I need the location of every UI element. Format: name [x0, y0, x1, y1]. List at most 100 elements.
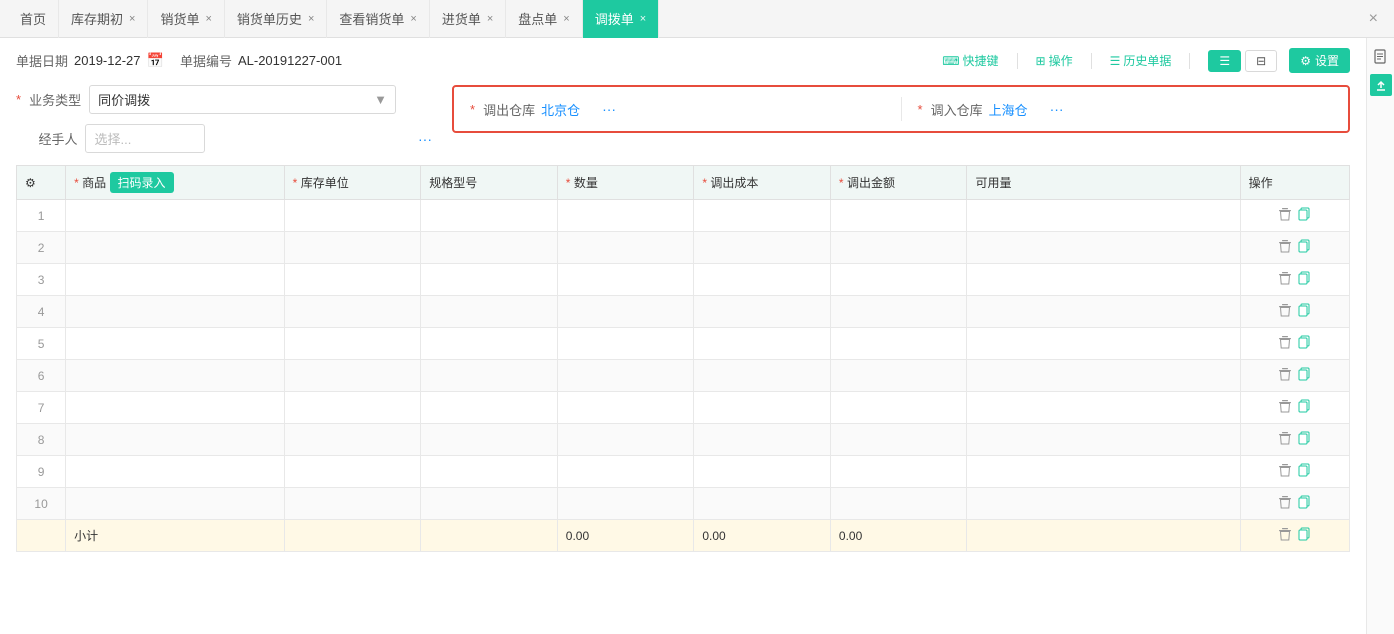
tab-close-sales-history[interactable]: ×	[308, 13, 314, 25]
tab-close-purchase[interactable]: ×	[487, 13, 493, 25]
copy-row-btn[interactable]	[1298, 399, 1312, 416]
tab-sales-order[interactable]: 销货单 ×	[148, 0, 224, 38]
tab-close-transfer[interactable]: ×	[640, 13, 646, 25]
required-star-out: *	[470, 102, 475, 117]
th-settings[interactable]: ⚙	[17, 166, 66, 200]
row-action-icons	[1249, 495, 1341, 512]
row-product[interactable]	[66, 392, 285, 424]
row-qty[interactable]	[557, 328, 694, 360]
row-action	[1240, 328, 1349, 360]
row-product[interactable]	[66, 200, 285, 232]
th-product: * 商品 扫码录入	[66, 166, 285, 200]
tab-close-view-sales[interactable]: ×	[410, 13, 416, 25]
row-spec	[421, 488, 558, 520]
layout-list-btn[interactable]: ☰	[1208, 50, 1241, 72]
row-qty[interactable]	[557, 232, 694, 264]
copy-row-btn[interactable]	[1298, 495, 1312, 512]
row-product[interactable]	[66, 360, 285, 392]
layout-grid-btn[interactable]: ⊟	[1245, 50, 1277, 72]
row-qty[interactable]	[557, 264, 694, 296]
row-qty[interactable]	[557, 392, 694, 424]
delete-row-btn[interactable]	[1278, 239, 1292, 256]
calendar-icon[interactable]: 📅	[147, 52, 164, 69]
copy-row-btn[interactable]	[1298, 303, 1312, 320]
out-warehouse-value[interactable]: 北京仓	[541, 100, 580, 119]
handler-more-btn[interactable]: ···	[414, 131, 436, 147]
settings-button[interactable]: ⚙ 设置	[1289, 48, 1350, 73]
copy-row-btn[interactable]	[1298, 239, 1312, 256]
date-value[interactable]: 2019-12-27	[74, 53, 141, 68]
tab-home[interactable]: 首页	[8, 0, 59, 38]
window-close-button[interactable]: ×	[1361, 10, 1386, 28]
row-spec	[421, 424, 558, 456]
row-product[interactable]	[66, 424, 285, 456]
doc-no-value[interactable]: AL-20191227-001	[238, 53, 342, 68]
sidebar-export-icon[interactable]	[1370, 74, 1392, 96]
left-form: * 业务类型 同价调拨 ▼ 经手人 选择... ···	[16, 85, 436, 153]
shortcut-action[interactable]: ⌨ 快捷键	[942, 52, 998, 69]
settings-gear-icon[interactable]: ⚙	[25, 176, 36, 190]
copy-row-btn[interactable]	[1298, 335, 1312, 352]
tab-view-sales[interactable]: 查看销货单 ×	[327, 0, 429, 38]
history-icon: ☰	[1110, 54, 1121, 68]
row-product[interactable]	[66, 296, 285, 328]
row-action-icons	[1249, 303, 1341, 320]
row-action-icons	[1249, 399, 1341, 416]
tab-stock-check[interactable]: 盘点单 ×	[506, 0, 582, 38]
table-row: 7	[17, 392, 1350, 424]
out-warehouse-more[interactable]: ···	[598, 101, 620, 117]
delete-row-btn[interactable]	[1278, 367, 1292, 384]
row-cost	[694, 232, 831, 264]
row-product[interactable]	[66, 328, 285, 360]
row-product[interactable]	[66, 264, 285, 296]
delete-row-btn[interactable]	[1278, 399, 1292, 416]
copy-row-btn[interactable]	[1298, 367, 1312, 384]
business-type-label: 业务类型	[29, 90, 81, 109]
tab-transfer[interactable]: 调拨单 ×	[583, 0, 659, 38]
tab-inventory-init[interactable]: 库存期初 ×	[59, 0, 148, 38]
row-product[interactable]	[66, 232, 285, 264]
row-qty[interactable]	[557, 424, 694, 456]
row-available	[967, 200, 1240, 232]
history-action[interactable]: ☰ 历史单据	[1110, 52, 1172, 69]
tab-purchase[interactable]: 进货单 ×	[430, 0, 506, 38]
handler-select[interactable]: 选择...	[85, 124, 205, 153]
delete-row-btn[interactable]	[1278, 495, 1292, 512]
table-row: 1	[17, 200, 1350, 232]
operation-action[interactable]: ⊞ 操作	[1036, 52, 1073, 69]
scan-btn[interactable]: 扫码录入	[110, 172, 174, 193]
business-type-select[interactable]: 同价调拨 ▼	[89, 85, 396, 114]
row-qty[interactable]	[557, 200, 694, 232]
tab-sales-history[interactable]: 销货单历史 ×	[225, 0, 327, 38]
tab-close-stock[interactable]: ×	[563, 13, 569, 25]
table-body: 12345678910小计0.000.000.00	[17, 200, 1350, 552]
row-qty[interactable]	[557, 488, 694, 520]
in-warehouse-more[interactable]: ···	[1046, 101, 1068, 117]
delete-row-btn[interactable]	[1278, 431, 1292, 448]
row-qty[interactable]	[557, 296, 694, 328]
row-qty[interactable]	[557, 456, 694, 488]
row-qty[interactable]	[557, 360, 694, 392]
copy-row-btn[interactable]	[1298, 271, 1312, 288]
copy-row-btn[interactable]	[1298, 431, 1312, 448]
delete-row-btn[interactable]	[1278, 463, 1292, 480]
in-warehouse-value[interactable]: 上海仓	[989, 100, 1028, 119]
delete-row-btn[interactable]	[1278, 207, 1292, 224]
sidebar-doc-icon[interactable]	[1370, 46, 1392, 68]
copy-row-btn[interactable]	[1298, 527, 1312, 544]
tab-close-sales[interactable]: ×	[205, 13, 211, 25]
row-unit	[284, 328, 421, 360]
table-row: 4	[17, 296, 1350, 328]
row-qty: 0.00	[557, 520, 694, 552]
row-product[interactable]	[66, 456, 285, 488]
row-spec	[421, 264, 558, 296]
delete-row-btn[interactable]	[1278, 527, 1292, 544]
row-product[interactable]	[66, 488, 285, 520]
copy-row-btn[interactable]	[1298, 463, 1312, 480]
delete-row-btn[interactable]	[1278, 335, 1292, 352]
delete-row-btn[interactable]	[1278, 271, 1292, 288]
copy-row-btn[interactable]	[1298, 207, 1312, 224]
delete-row-btn[interactable]	[1278, 303, 1292, 320]
tab-close-inventory[interactable]: ×	[129, 13, 135, 25]
row-product[interactable]: 小计	[66, 520, 285, 552]
